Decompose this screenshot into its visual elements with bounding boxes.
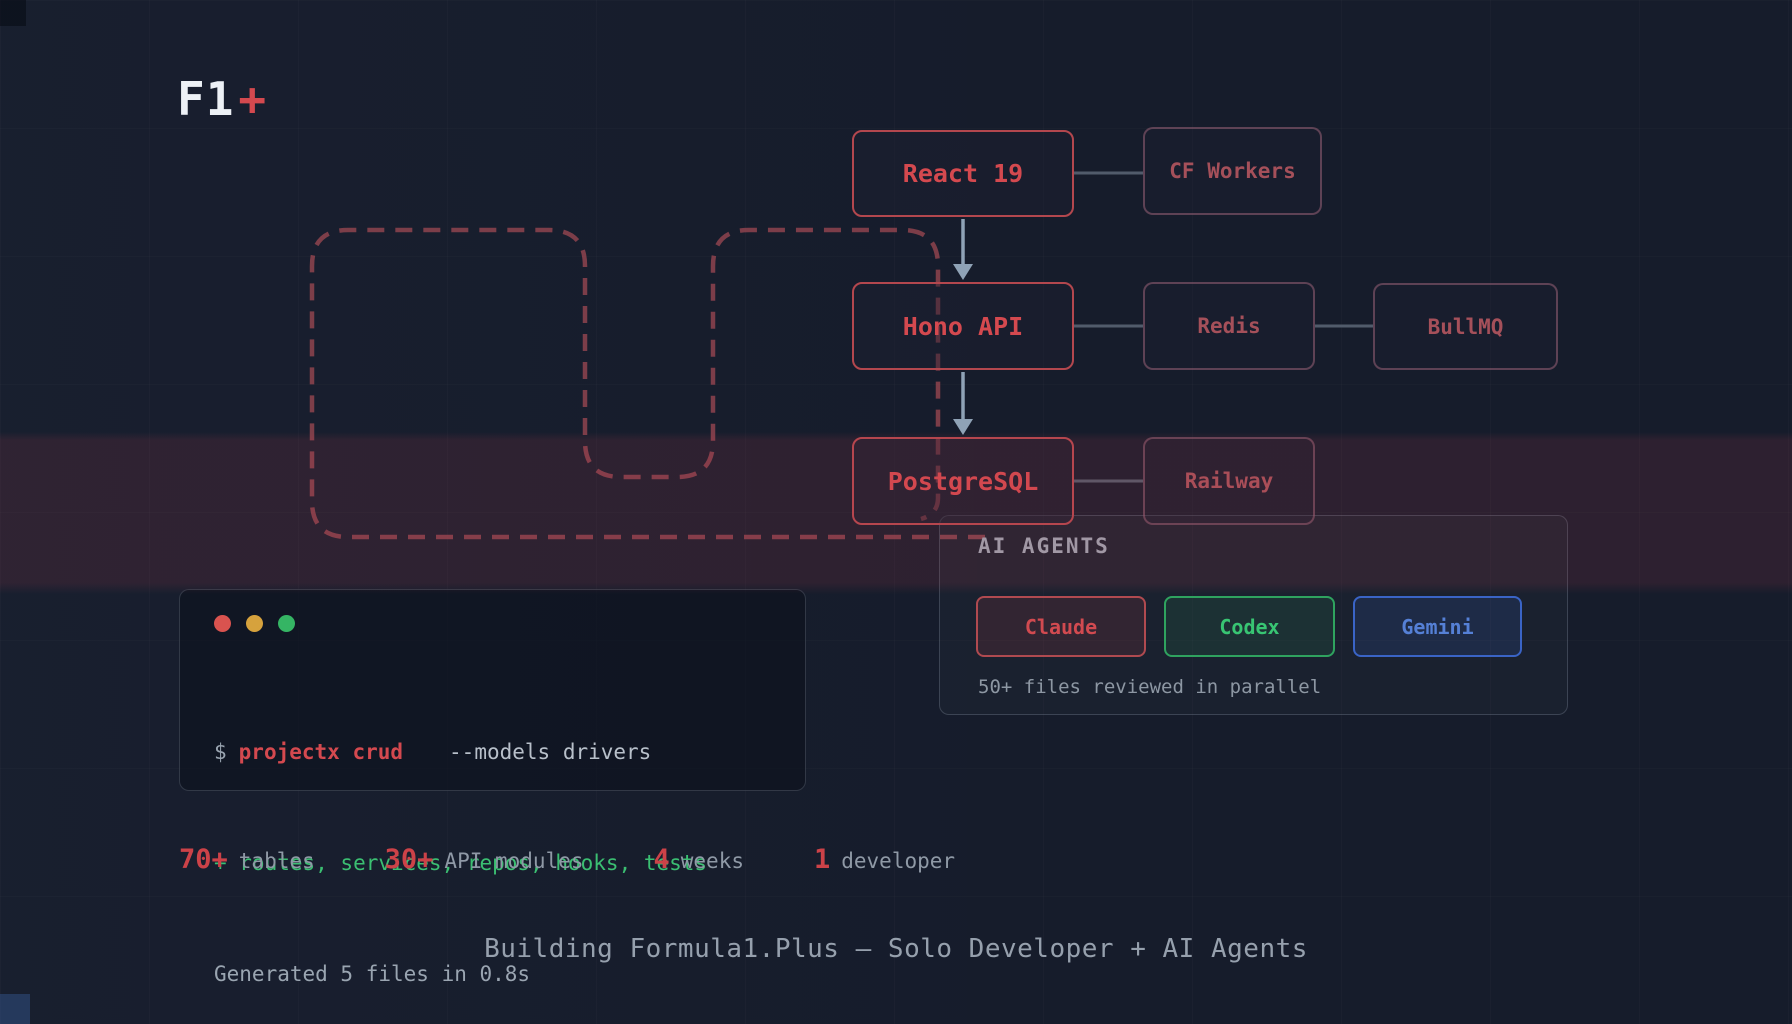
logo-plus-accent: + <box>238 72 268 126</box>
slide-canvas: F1+ React 19 CF Workers Hono API Redis B… <box>0 0 1792 1024</box>
node-railway[interactable]: Railway <box>1143 437 1315 525</box>
node-react19[interactable]: React 19 <box>852 130 1074 217</box>
terminal-command-args: --models drivers <box>449 740 652 764</box>
terminal-command: projectx crud <box>238 740 404 764</box>
stat-value: 70+ <box>179 844 228 875</box>
agent-button-claude[interactable]: Claude <box>976 596 1146 657</box>
ai-agents-panel: AI AGENTS Claude Codex Gemini 50+ files … <box>939 515 1568 715</box>
window-dot-green-icon <box>278 615 295 632</box>
node-bullmq[interactable]: BullMQ <box>1373 283 1558 370</box>
stat-api-modules: 30+ API modules <box>385 844 584 875</box>
stat-weeks: 4 weeks <box>654 844 744 875</box>
agent-button-gemini[interactable]: Gemini <box>1353 596 1522 657</box>
stat-developer: 1 developer <box>814 844 955 875</box>
terminal-prompt: $ <box>214 740 227 764</box>
stats-row: 70+ tables 30+ API modules 4 weeks 1 dev… <box>179 844 955 875</box>
stat-value: 4 <box>653 844 670 875</box>
stat-label: API modules <box>444 849 584 873</box>
node-hono-api[interactable]: Hono API <box>852 282 1074 370</box>
node-cf-workers[interactable]: CF Workers <box>1143 127 1322 215</box>
stat-tables: 70+ tables <box>179 844 315 875</box>
stat-label: tables <box>238 849 315 873</box>
terminal-window: $ projectx crud --models drivers + routes,… <box>179 589 806 986</box>
agent-button-codex[interactable]: Codex <box>1164 596 1335 657</box>
app-logo: F1+ <box>177 72 267 126</box>
stat-value: 1 <box>813 844 831 875</box>
logo-text: F1 <box>177 72 235 126</box>
window-controls <box>180 590 805 632</box>
stat-label: weeks <box>680 849 744 873</box>
slide-title: Building Formula1.Plus — Solo Developer … <box>484 934 1308 964</box>
ai-agents-title: AI AGENTS <box>978 534 1110 558</box>
arrow-hono-to-postgres-head <box>953 419 973 435</box>
terminal-output: $ projectx crud --models drivers + routes,… <box>214 660 805 1024</box>
node-postgresql[interactable]: PostgreSQL <box>852 437 1074 525</box>
ai-agents-button-row: Claude Codex Gemini <box>976 596 1522 657</box>
node-redis[interactable]: Redis <box>1143 282 1315 370</box>
stat-label: developer <box>841 849 956 873</box>
arrow-react-to-hono-head <box>953 264 973 280</box>
stat-value: 30+ <box>384 844 434 875</box>
ai-agents-caption: 50+ files reviewed in parallel <box>978 676 1322 698</box>
window-dot-red-icon <box>214 615 231 632</box>
terminal-command-line: $ projectx crud --models drivers <box>214 734 805 771</box>
window-dot-yellow-icon <box>246 615 263 632</box>
